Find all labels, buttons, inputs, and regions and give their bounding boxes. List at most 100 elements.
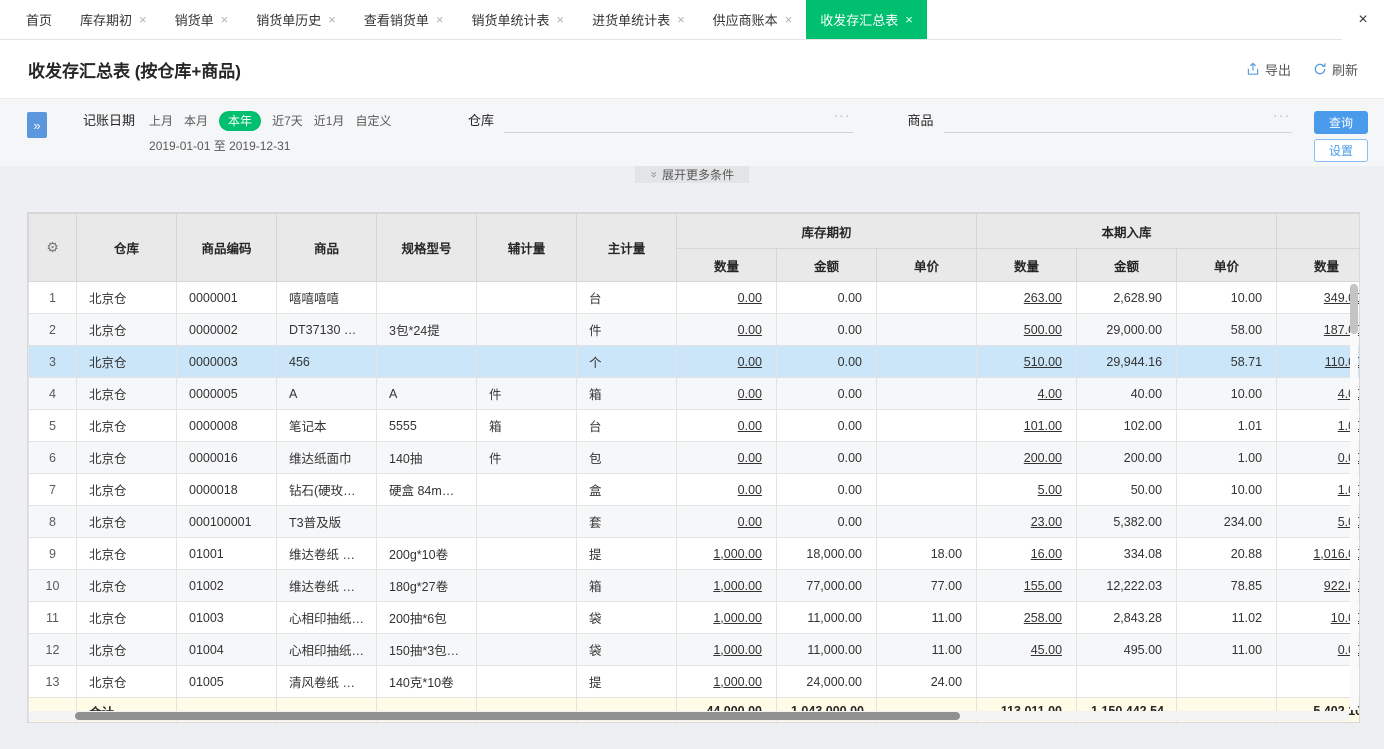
- tab-close-icon[interactable]: ×: [677, 13, 685, 26]
- table-row[interactable]: 10北京仓01002维达卷纸 …180g*27卷箱1,000.0077,000.…: [29, 570, 1361, 602]
- qty-link[interactable]: 0.00: [738, 483, 762, 497]
- tab-close-icon[interactable]: ×: [785, 13, 793, 26]
- tab-5[interactable]: 查看销货单×: [350, 0, 458, 39]
- query-button[interactable]: 查询: [1314, 111, 1368, 134]
- date-shortcut-本年[interactable]: 本年: [219, 111, 261, 131]
- tab-close-icon[interactable]: ×: [221, 13, 229, 26]
- refresh-button[interactable]: 刷新: [1313, 60, 1358, 79]
- tab-close-icon[interactable]: ×: [436, 13, 444, 26]
- date-range-value[interactable]: 2019-01-01 至 2019-12-31: [149, 137, 391, 154]
- expand-more-conditions-button[interactable]: » 展开更多条件: [635, 166, 749, 183]
- table-row[interactable]: 13北京仓01005清风卷纸 …140克*10卷提1,000.0024,000.…: [29, 666, 1361, 698]
- col-header-金额-0[interactable]: 金额: [777, 249, 877, 282]
- table-row[interactable]: 9北京仓01001维达卷纸 …200g*10卷提1,000.0018,000.0…: [29, 538, 1361, 570]
- col-header-金额-1[interactable]: 金额: [1077, 249, 1177, 282]
- qty-link[interactable]: 4.00: [1038, 387, 1062, 401]
- qty-link[interactable]: 0.00: [738, 355, 762, 369]
- table-row[interactable]: 3北京仓0000003456个0.000.00510.0029,944.1658…: [29, 346, 1361, 378]
- qty-link[interactable]: 0.00: [738, 291, 762, 305]
- qty-link[interactable]: 155.00: [1024, 579, 1062, 593]
- qty-link[interactable]: 0.00: [738, 451, 762, 465]
- qty-link[interactable]: 200.00: [1024, 451, 1062, 465]
- product-input[interactable]: ···: [944, 111, 1292, 133]
- tab-9[interactable]: 收发存汇总表×: [806, 0, 927, 39]
- date-shortcut-自定义[interactable]: 自定义: [355, 112, 391, 130]
- tab-8[interactable]: 供应商账本×: [699, 0, 807, 39]
- qty-link[interactable]: 101.00: [1024, 419, 1062, 433]
- qty-link[interactable]: 1,000.00: [713, 579, 762, 593]
- qty-link[interactable]: 263.00: [1024, 291, 1062, 305]
- product-more-icon[interactable]: ···: [1273, 107, 1290, 123]
- cell-aux_unit: 箱: [477, 410, 577, 442]
- col-header-数量-1[interactable]: 数量: [977, 249, 1077, 282]
- horizontal-scrollbar-thumb[interactable]: [75, 712, 959, 720]
- table-row[interactable]: 6北京仓0000016维达纸面巾140抽件包0.000.00200.00200.…: [29, 442, 1361, 474]
- col-header-辅计量[interactable]: 辅计量: [477, 214, 577, 282]
- col-header-商品编码[interactable]: 商品编码: [177, 214, 277, 282]
- table-row[interactable]: 12北京仓01004心相印抽纸…150抽*3包…袋1,000.0011,000.…: [29, 634, 1361, 666]
- table-row[interactable]: 5北京仓0000008笔记本5555箱台0.000.00101.00102.00…: [29, 410, 1361, 442]
- cell-code: 01004: [177, 634, 277, 666]
- tab-2[interactable]: 库存期初×: [66, 0, 161, 39]
- table-row[interactable]: 8北京仓000100001T3普及版套0.000.0023.005,382.00…: [29, 506, 1361, 538]
- qty-link[interactable]: 1,000.00: [713, 611, 762, 625]
- table-row[interactable]: 4北京仓0000005AA件箱0.000.004.0040.0010.004.0…: [29, 378, 1361, 410]
- tab-4[interactable]: 销货单历史×: [242, 0, 350, 39]
- col-header-规格型号[interactable]: 规格型号: [377, 214, 477, 282]
- cell-warehouse: 北京仓: [77, 314, 177, 346]
- date-shortcut-近1月[interactable]: 近1月: [314, 112, 345, 130]
- table-row[interactable]: 11北京仓01003心相印抽纸…200抽*6包袋1,000.0011,000.0…: [29, 602, 1361, 634]
- table-row[interactable]: 1北京仓0000001嘻嘻嘻嘻台0.000.00263.002,628.9010…: [29, 282, 1361, 314]
- qty-link[interactable]: 500.00: [1024, 323, 1062, 337]
- cell-spec: 200抽*6包: [377, 602, 477, 634]
- col-header-仓库[interactable]: 仓库: [77, 214, 177, 282]
- vertical-scrollbar-thumb[interactable]: [1350, 284, 1358, 334]
- qty-link[interactable]: 1,000.00: [713, 547, 762, 561]
- export-button[interactable]: 导出: [1246, 60, 1291, 79]
- qty-link[interactable]: 45.00: [1031, 643, 1062, 657]
- warehouse-input[interactable]: ···: [504, 111, 852, 133]
- date-shortcut-近7天[interactable]: 近7天: [272, 112, 303, 130]
- qty-link[interactable]: 5.00: [1038, 483, 1062, 497]
- cell-idx: 11: [29, 602, 77, 634]
- qty-link[interactable]: 23.00: [1031, 515, 1062, 529]
- col-header-主计量[interactable]: 主计量: [577, 214, 677, 282]
- qty-link[interactable]: 0.00: [738, 387, 762, 401]
- date-shortcut-上月[interactable]: 上月: [149, 112, 173, 130]
- gear-icon[interactable]: ⚙: [46, 239, 59, 255]
- table-row[interactable]: 7北京仓0000018钻石(硬玫…硬盒 84m…盒0.000.005.0050.…: [29, 474, 1361, 506]
- tab-close-icon[interactable]: ×: [556, 13, 564, 26]
- close-all-tabs-button[interactable]: ×: [1342, 0, 1384, 40]
- tab-close-icon[interactable]: ×: [328, 13, 336, 26]
- tab-close-icon[interactable]: ×: [139, 13, 147, 26]
- cell-in_price: 10.00: [1177, 474, 1277, 506]
- tab-3[interactable]: 销货单×: [161, 0, 243, 39]
- tab-close-icon[interactable]: ×: [905, 13, 913, 26]
- column-settings-header[interactable]: ⚙: [29, 214, 77, 282]
- col-header-单价-1[interactable]: 单价: [1177, 249, 1277, 282]
- table-row[interactable]: 2北京仓0000002DT37130 …3包*24提件0.000.00500.0…: [29, 314, 1361, 346]
- col-header-单价-0[interactable]: 单价: [877, 249, 977, 282]
- vertical-scrollbar[interactable]: [1350, 282, 1358, 710]
- tab-6[interactable]: 销货单统计表×: [457, 0, 578, 39]
- warehouse-more-icon[interactable]: ···: [834, 107, 851, 123]
- col-header-商品[interactable]: 商品: [277, 214, 377, 282]
- col-header-数量-0[interactable]: 数量: [677, 249, 777, 282]
- qty-link[interactable]: 510.00: [1024, 355, 1062, 369]
- qty-link[interactable]: 0.00: [738, 515, 762, 529]
- horizontal-scrollbar[interactable]: [29, 711, 1349, 721]
- qty-link[interactable]: 16.00: [1031, 547, 1062, 561]
- date-shortcut-本月[interactable]: 本月: [184, 112, 208, 130]
- qty-link[interactable]: 1,000.00: [713, 643, 762, 657]
- qty-link[interactable]: 258.00: [1024, 611, 1062, 625]
- settings-button[interactable]: 设置: [1314, 139, 1368, 162]
- collapse-filter-button[interactable]: »: [27, 112, 47, 138]
- cell-open_amount: 0.00: [777, 506, 877, 538]
- qty-link[interactable]: 0.00: [738, 419, 762, 433]
- tab-7[interactable]: 进货单统计表×: [578, 0, 699, 39]
- tab-1[interactable]: 首页: [12, 0, 66, 39]
- qty-link[interactable]: 0.00: [738, 323, 762, 337]
- cell-aux_unit: [477, 346, 577, 378]
- col-header-数量-2[interactable]: 数量: [1277, 249, 1360, 282]
- qty-link[interactable]: 1,000.00: [713, 675, 762, 689]
